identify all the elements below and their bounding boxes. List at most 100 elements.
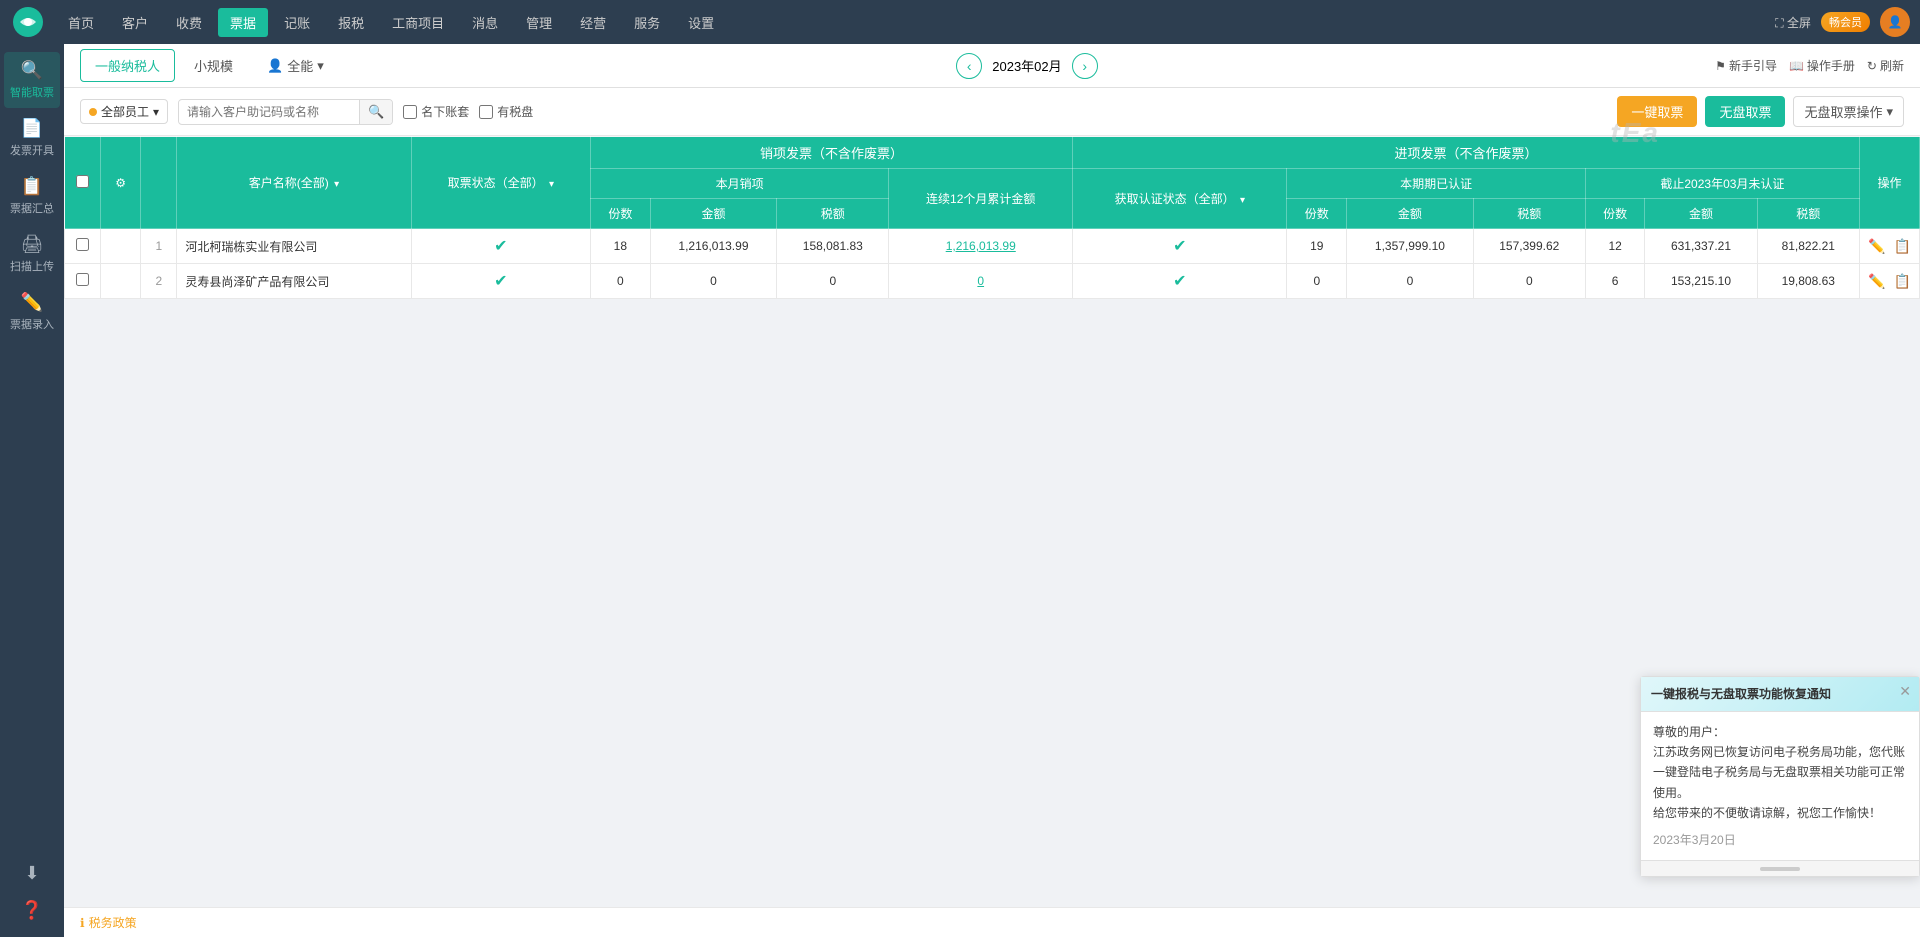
- th-customer[interactable]: 客户名称(全部) ▾: [177, 137, 411, 229]
- help-icon: ❓: [21, 900, 43, 921]
- sidebar-item-scan[interactable]: 🖨 扫描上传: [4, 226, 60, 282]
- row2-check[interactable]: [76, 273, 89, 286]
- row2-action-icons: ✏️ 📋: [1868, 273, 1911, 290]
- row1-edit-icon[interactable]: ✏️: [1868, 238, 1885, 255]
- nav-message[interactable]: 消息: [460, 8, 510, 37]
- fullscreen-btn[interactable]: ⛶ 全屏: [1775, 14, 1811, 31]
- tab-general[interactable]: 一般纳税人: [80, 49, 175, 82]
- user-avatar[interactable]: 👤: [1880, 7, 1910, 37]
- row1-cert-check-icon: ✔: [1173, 238, 1186, 255]
- period-prev[interactable]: ‹: [956, 53, 982, 79]
- manual-btn[interactable]: 📖 操作手册: [1789, 57, 1855, 74]
- th-fetch-status[interactable]: 取票状态（全部） ▾: [411, 137, 590, 229]
- row1-recog-amount: 1,357,999.10: [1347, 229, 1474, 264]
- table-row: 2 灵寿县尚泽矿产品有限公司 ✔ 0 0 0 0 ✔ 0 0 0 6 153,2…: [65, 264, 1920, 299]
- employee-filter[interactable]: 全部员工 ▾: [80, 99, 168, 124]
- th-checkbox: [65, 137, 101, 229]
- settings-icon[interactable]: ⚙: [115, 176, 126, 190]
- th-sales-group: 销项发票（不含作废票）: [591, 137, 1073, 169]
- name-account-checkbox[interactable]: 名下账套: [403, 103, 469, 120]
- th-sales-tax: 税额: [777, 199, 889, 229]
- row2-edit-icon[interactable]: ✏️: [1868, 273, 1885, 290]
- name-account-check[interactable]: [403, 105, 417, 119]
- nav-billing[interactable]: 收费: [164, 8, 214, 37]
- employee-label: 全部员工: [101, 103, 149, 120]
- sidebar-item-smart-fetch[interactable]: 🔍 智能取票: [4, 52, 60, 108]
- row1-unrecog-amount: 631,337.21: [1645, 229, 1757, 264]
- new-guide-btn[interactable]: ⚑ 新手引导: [1715, 57, 1777, 74]
- period-next[interactable]: ›: [1072, 53, 1098, 79]
- nav-tax[interactable]: 报税: [326, 8, 376, 37]
- row2-detail-icon[interactable]: 📋: [1894, 273, 1911, 290]
- th-settings: ⚙: [101, 137, 141, 229]
- th-current-month: 本月销项: [591, 169, 889, 199]
- th-sales-amount: 金额: [650, 199, 777, 229]
- nav-service[interactable]: 服务: [622, 8, 672, 37]
- period-nav: ‹ 2023年02月 ›: [343, 53, 1711, 79]
- row1-num: 1: [141, 229, 177, 264]
- sidebar-item-download[interactable]: ⬇: [4, 855, 60, 892]
- nav-bookkeeping[interactable]: 记账: [272, 8, 322, 37]
- nav-bizproject[interactable]: 工商项目: [380, 8, 456, 37]
- app-logo: [10, 4, 46, 40]
- search-input[interactable]: [179, 101, 359, 123]
- nav-invoice[interactable]: 票据: [218, 8, 268, 37]
- row2-checkbox[interactable]: [65, 264, 101, 299]
- row1-cumulative-link[interactable]: 1,216,013.99: [946, 239, 1016, 253]
- row2-cumulative-link[interactable]: 0: [977, 274, 984, 288]
- all-tab-icon: 👤: [267, 58, 283, 74]
- notification-scrollbar[interactable]: [1760, 867, 1800, 871]
- row2-sales-copies: 0: [591, 264, 651, 299]
- has-tax-checkbox[interactable]: 有税盘: [479, 103, 533, 120]
- sidebar-item-entry[interactable]: ✏️ 票据录入: [4, 284, 60, 340]
- row2-cumulative-12[interactable]: 0: [889, 264, 1073, 299]
- sidebar-item-summary[interactable]: 📋 票据汇总: [4, 168, 60, 224]
- filter-bar: 全部员工 ▾ 🔍 名下账套 有税盘 一键取票 无盘取票 无盘取票操作 ▾: [64, 88, 1920, 136]
- row1-check[interactable]: [76, 238, 89, 251]
- tax-policy-label: 税务政策: [89, 914, 137, 931]
- nav-home[interactable]: 首页: [56, 8, 106, 37]
- has-tax-label: 有税盘: [497, 103, 533, 120]
- period-label: 2023年02月: [992, 56, 1061, 75]
- row1-action-icons: ✏️ 📋: [1868, 238, 1911, 255]
- notification-date: 2023年3月20日: [1653, 830, 1907, 850]
- th-cert-status[interactable]: 获取认证状态（全部） ▾: [1073, 169, 1287, 229]
- sidebar-item-help[interactable]: ❓: [4, 892, 60, 929]
- no-disk-fetch-btn[interactable]: 无盘取票: [1705, 96, 1785, 127]
- nav-customer[interactable]: 客户: [110, 8, 160, 37]
- row1-unrecog-copies: 12: [1585, 229, 1645, 264]
- more-operations-btn[interactable]: 无盘取票操作 ▾: [1793, 96, 1904, 127]
- th-unrecog-tax: 税额: [1757, 199, 1859, 229]
- sidebar-item-label-scan: 扫描上传: [10, 258, 54, 274]
- all-tab-label: 全能: [287, 56, 313, 75]
- row1-cumulative-12[interactable]: 1,216,013.99: [889, 229, 1073, 264]
- notification-close-btn[interactable]: ✕: [1899, 683, 1911, 700]
- row2-cert-check-icon: ✔: [1173, 273, 1186, 290]
- nav-operations[interactable]: 经营: [568, 8, 618, 37]
- tab-small[interactable]: 小规模: [179, 49, 248, 82]
- bottom-bar: ℹ 税务政策: [64, 907, 1920, 937]
- one-click-fetch-btn[interactable]: 一键取票: [1617, 96, 1697, 127]
- nav-management[interactable]: 管理: [514, 8, 564, 37]
- row1-sales-amount: 1,216,013.99: [650, 229, 777, 264]
- nav-settings[interactable]: 设置: [676, 8, 726, 37]
- th-unrecog-copies: 份数: [1585, 199, 1645, 229]
- search-icon[interactable]: 🔍: [359, 100, 392, 124]
- row1-detail-icon[interactable]: 📋: [1894, 238, 1911, 255]
- th-purchase-group: 进项发票（不含作废票）: [1073, 137, 1860, 169]
- tab-all[interactable]: 👤 全能 ▾: [252, 49, 339, 82]
- top-nav-right: ⛶ 全屏 畅会员 👤: [1775, 7, 1910, 37]
- search-wrap: 🔍: [178, 99, 393, 125]
- sidebar-item-issue-invoice[interactable]: 📄 发票开具: [4, 110, 60, 166]
- vip-badge[interactable]: 畅会员: [1821, 12, 1870, 32]
- table-row: 1 河北柯瑞栋实业有限公司 ✔ 18 1,216,013.99 158,081.…: [65, 229, 1920, 264]
- tax-policy-link[interactable]: ℹ 税务政策: [80, 914, 137, 931]
- row1-status-check-icon: ✔: [494, 238, 507, 255]
- refresh-btn[interactable]: ↻ 刷新: [1867, 57, 1904, 74]
- th-recognized: 本期期已认证: [1287, 169, 1585, 199]
- row1-checkbox[interactable]: [65, 229, 101, 264]
- row2-customer: 灵寿县尚泽矿产品有限公司: [177, 264, 411, 299]
- has-tax-check[interactable]: [479, 105, 493, 119]
- select-all-checkbox[interactable]: [76, 175, 89, 188]
- th-unrecognized: 截止2023年03月未认证: [1585, 169, 1859, 199]
